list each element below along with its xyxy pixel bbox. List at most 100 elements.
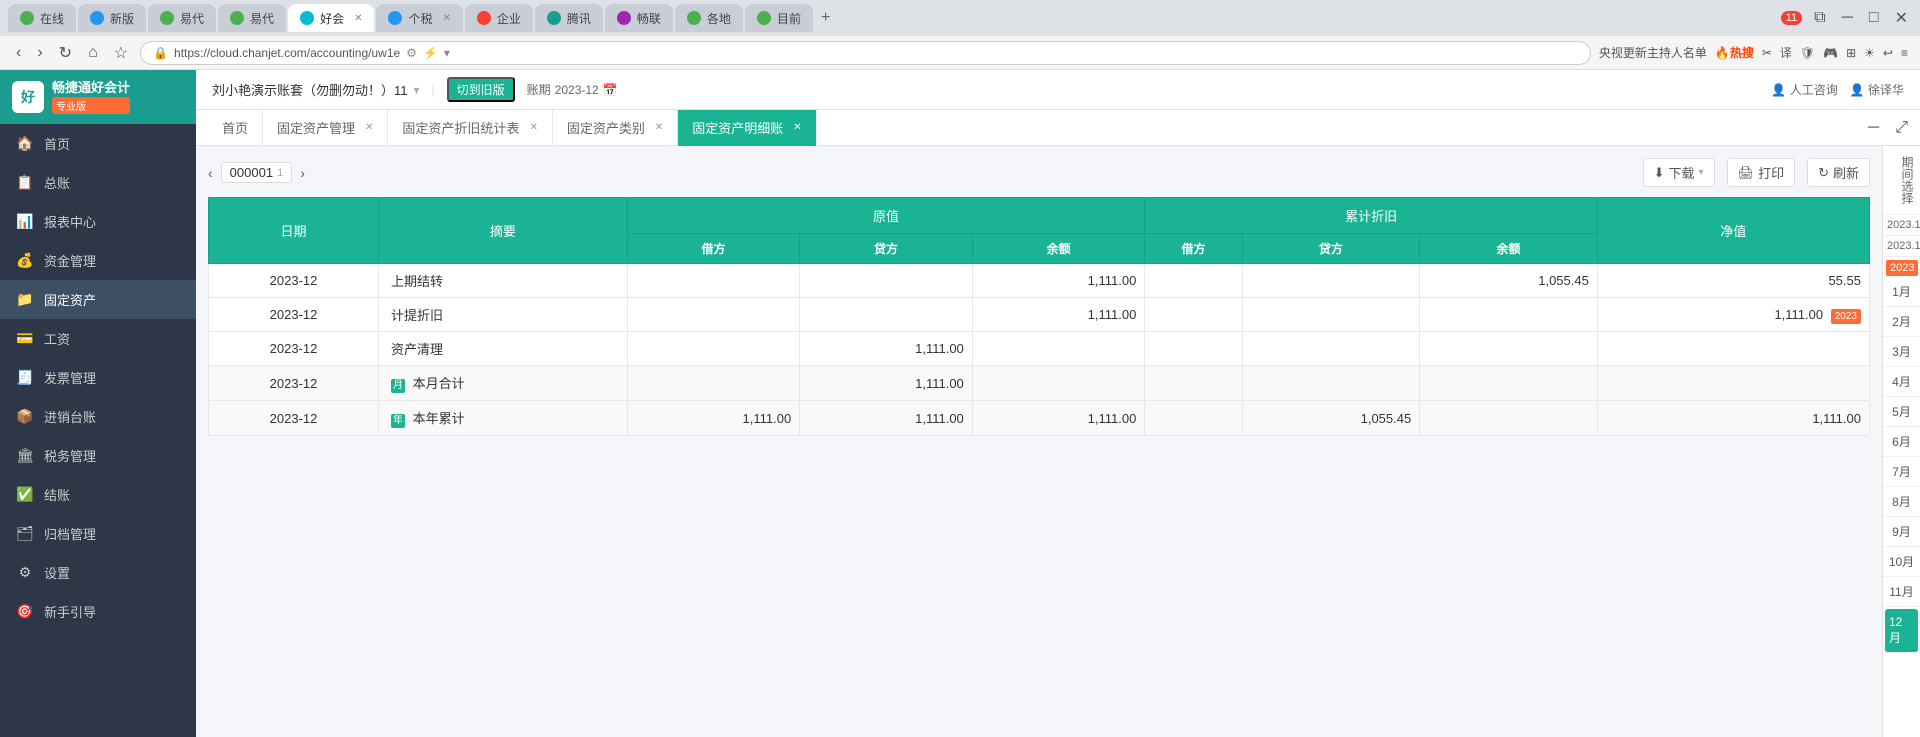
assistant-button[interactable]: 👤 人工咨询 bbox=[1771, 81, 1837, 98]
tab-close-icon[interactable]: ✕ bbox=[442, 13, 450, 24]
sidebar-item-archive[interactable]: 🗂 归档管理 bbox=[0, 514, 196, 553]
tab-close-active-icon[interactable]: ✕ bbox=[793, 122, 801, 133]
cell-dep-balance bbox=[1420, 332, 1598, 366]
back-button[interactable]: ‹ bbox=[12, 44, 25, 62]
restore-window-button[interactable]: ⧉ bbox=[1810, 9, 1829, 27]
download-icon: ⬇ bbox=[1654, 165, 1665, 181]
tab-yidai1[interactable]: 易代 bbox=[148, 4, 216, 32]
sidebar-item-home[interactable]: 🏠 首页 bbox=[0, 124, 196, 163]
cell-dep-credit bbox=[1242, 298, 1420, 332]
refresh-label: 刷新 bbox=[1833, 163, 1859, 182]
period-item-8[interactable]: 8月 bbox=[1883, 487, 1920, 517]
period-item-2[interactable]: 2月 bbox=[1883, 307, 1920, 337]
tab-xinban[interactable]: 新版 bbox=[78, 4, 146, 32]
tab-tencent[interactable]: 腾讯 bbox=[535, 4, 603, 32]
cell-dep-debit bbox=[1145, 264, 1242, 298]
sidebar-item-payroll[interactable]: 💳 工资 bbox=[0, 319, 196, 358]
fixed-assets-icon: 📁 bbox=[16, 290, 34, 308]
dropdown-icon: ▾ bbox=[444, 46, 450, 60]
home-button[interactable]: ⌂ bbox=[84, 44, 102, 62]
tab-haohui[interactable]: 好会 ✕ bbox=[288, 4, 374, 32]
sidebar-item-purchases[interactable]: 📦 进销台账 bbox=[0, 397, 196, 436]
cell-dep-debit bbox=[1145, 366, 1242, 401]
cell-orig-credit bbox=[800, 264, 973, 298]
period-item-6[interactable]: 6月 bbox=[1883, 427, 1920, 457]
print-button[interactable]: 🖨 打印 bbox=[1727, 158, 1796, 187]
tab-chang[interactable]: 畅联 bbox=[605, 4, 673, 32]
refresh-button[interactable]: ↻ 刷新 bbox=[1807, 158, 1870, 187]
calendar-icon[interactable]: 📅 bbox=[603, 83, 618, 97]
expand-panel-button[interactable]: ⤢ bbox=[1891, 119, 1912, 137]
year-label[interactable]: 2023 bbox=[1886, 260, 1918, 276]
period-item-4[interactable]: 4月 bbox=[1883, 367, 1920, 397]
sidebar-item-guide[interactable]: 🎯 新手引导 bbox=[0, 592, 196, 631]
period-item-12[interactable]: 12月 bbox=[1885, 609, 1918, 653]
tab-muqian[interactable]: 目前 bbox=[745, 4, 813, 32]
archive-icon: 🗂 bbox=[16, 524, 34, 542]
prev-account-button[interactable]: ‹ bbox=[208, 165, 213, 181]
tax-icon: 🏛 bbox=[16, 446, 34, 464]
bookmark-button[interactable]: ☆ bbox=[110, 43, 132, 63]
dropdown-chevron-icon: ▾ bbox=[414, 83, 420, 97]
url-text: https://cloud.chanjet.com/accounting/uw1… bbox=[174, 46, 400, 60]
tab-label: 腾讯 bbox=[567, 10, 591, 27]
sidebar-item-label: 新手引导 bbox=[44, 602, 96, 621]
tab-home[interactable]: 首页 bbox=[208, 110, 263, 146]
tab-label: 畅联 bbox=[637, 10, 661, 27]
tab-add-button[interactable]: + bbox=[815, 9, 836, 27]
cell-summary: 月 本月合计 bbox=[379, 366, 628, 401]
tab-close-icon[interactable]: ✕ bbox=[529, 122, 537, 133]
sidebar-item-tax[interactable]: 🏛 税务管理 bbox=[0, 436, 196, 475]
tab-close-icon[interactable]: ✕ bbox=[354, 13, 362, 24]
minimize-button[interactable]: ─ bbox=[1838, 9, 1857, 27]
switch-version-button[interactable]: 切到旧版 bbox=[447, 77, 515, 102]
maximize-button[interactable]: □ bbox=[1865, 9, 1883, 27]
company-selector[interactable]: 刘小艳演示账套（勿删勿动！）11 ▾ bbox=[212, 80, 420, 99]
sidebar-item-funds[interactable]: 💰 资金管理 bbox=[0, 241, 196, 280]
reload-button[interactable]: ↻ bbox=[55, 43, 76, 63]
period-item-10[interactable]: 10月 bbox=[1883, 547, 1920, 577]
tab-close-icon[interactable]: ✕ bbox=[365, 122, 373, 133]
sidebar-item-ledger[interactable]: 📋 总账 bbox=[0, 163, 196, 202]
period-item-1[interactable]: 1月 bbox=[1883, 277, 1920, 307]
tab-qiye[interactable]: 企业 bbox=[465, 4, 533, 32]
tab-gedi[interactable]: 各地 bbox=[675, 4, 743, 32]
download-button[interactable]: ⬇ 下载 ▾ bbox=[1643, 158, 1715, 187]
tab-depreciation-stats[interactable]: 固定资产折旧统计表 ✕ bbox=[388, 110, 552, 146]
period-item-5[interactable]: 5月 bbox=[1883, 397, 1920, 427]
content-area: ‹ 000001 1 › ⬇ 下载 ▾ bbox=[196, 146, 1920, 737]
table-row: 2023-12 上期结转 1,111.00 1,055.45 55.55 bbox=[209, 264, 1870, 298]
url-bar[interactable]: 🔒 https://cloud.chanjet.com/accounting/u… bbox=[140, 41, 1591, 65]
user-avatar[interactable]: 👤 徐译华 bbox=[1850, 81, 1904, 98]
period-item-7[interactable]: 7月 bbox=[1883, 457, 1920, 487]
tab-label: 固定资产明细账 bbox=[692, 118, 783, 137]
year-selector[interactable]: 2023 bbox=[1883, 257, 1920, 277]
tab-yidai2[interactable]: 易代 bbox=[218, 4, 286, 32]
logo-badge: 专业版 bbox=[52, 97, 130, 114]
period-item-3[interactable]: 3月 bbox=[1883, 337, 1920, 367]
tab-geshui[interactable]: 个税 ✕ bbox=[376, 4, 462, 32]
tab-close-icon[interactable]: ✕ bbox=[655, 122, 663, 133]
cell-date: 2023-12 bbox=[209, 332, 379, 366]
close-window-button[interactable]: ✕ bbox=[1891, 8, 1912, 28]
minimize-panel-button[interactable]: ─ bbox=[1864, 119, 1883, 137]
sidebar-item-settings[interactable]: ⚙ 设置 bbox=[0, 553, 196, 592]
tab-fixed-asset-detail[interactable]: 固定资产明细账 ✕ bbox=[678, 110, 816, 146]
sidebar-item-fixed-assets[interactable]: 📁 固定资产 bbox=[0, 280, 196, 319]
period-selector-header[interactable]: 期间选择 bbox=[1883, 146, 1920, 215]
forward-button[interactable]: › bbox=[33, 44, 46, 62]
cell-dep-debit bbox=[1145, 401, 1242, 436]
hot-search[interactable]: 🔥热搜 bbox=[1715, 44, 1754, 61]
sidebar-item-close[interactable]: ✅ 结账 bbox=[0, 475, 196, 514]
period-item-11[interactable]: 11月 bbox=[1883, 577, 1920, 607]
tab-fixed-asset-category[interactable]: 固定资产类别 ✕ bbox=[553, 110, 678, 146]
sidebar-item-reports[interactable]: 📊 报表中心 bbox=[0, 202, 196, 241]
next-account-button[interactable]: › bbox=[300, 165, 305, 181]
summary-icon: 月 bbox=[391, 379, 405, 393]
right-panel: 期间选择 2023.12 2023.12 2023 1月 2月 3月 4月 5月… bbox=[1882, 146, 1920, 737]
tab-zaixian[interactable]: 在线 bbox=[8, 4, 76, 32]
toolbar-actions: ⬇ 下载 ▾ 🖨 打印 ↻ 刷新 bbox=[1643, 158, 1870, 187]
tab-fixed-asset-mgmt[interactable]: 固定资产管理 ✕ bbox=[263, 110, 388, 146]
sidebar-item-invoices[interactable]: 🧾 发票管理 bbox=[0, 358, 196, 397]
period-item-9[interactable]: 9月 bbox=[1883, 517, 1920, 547]
